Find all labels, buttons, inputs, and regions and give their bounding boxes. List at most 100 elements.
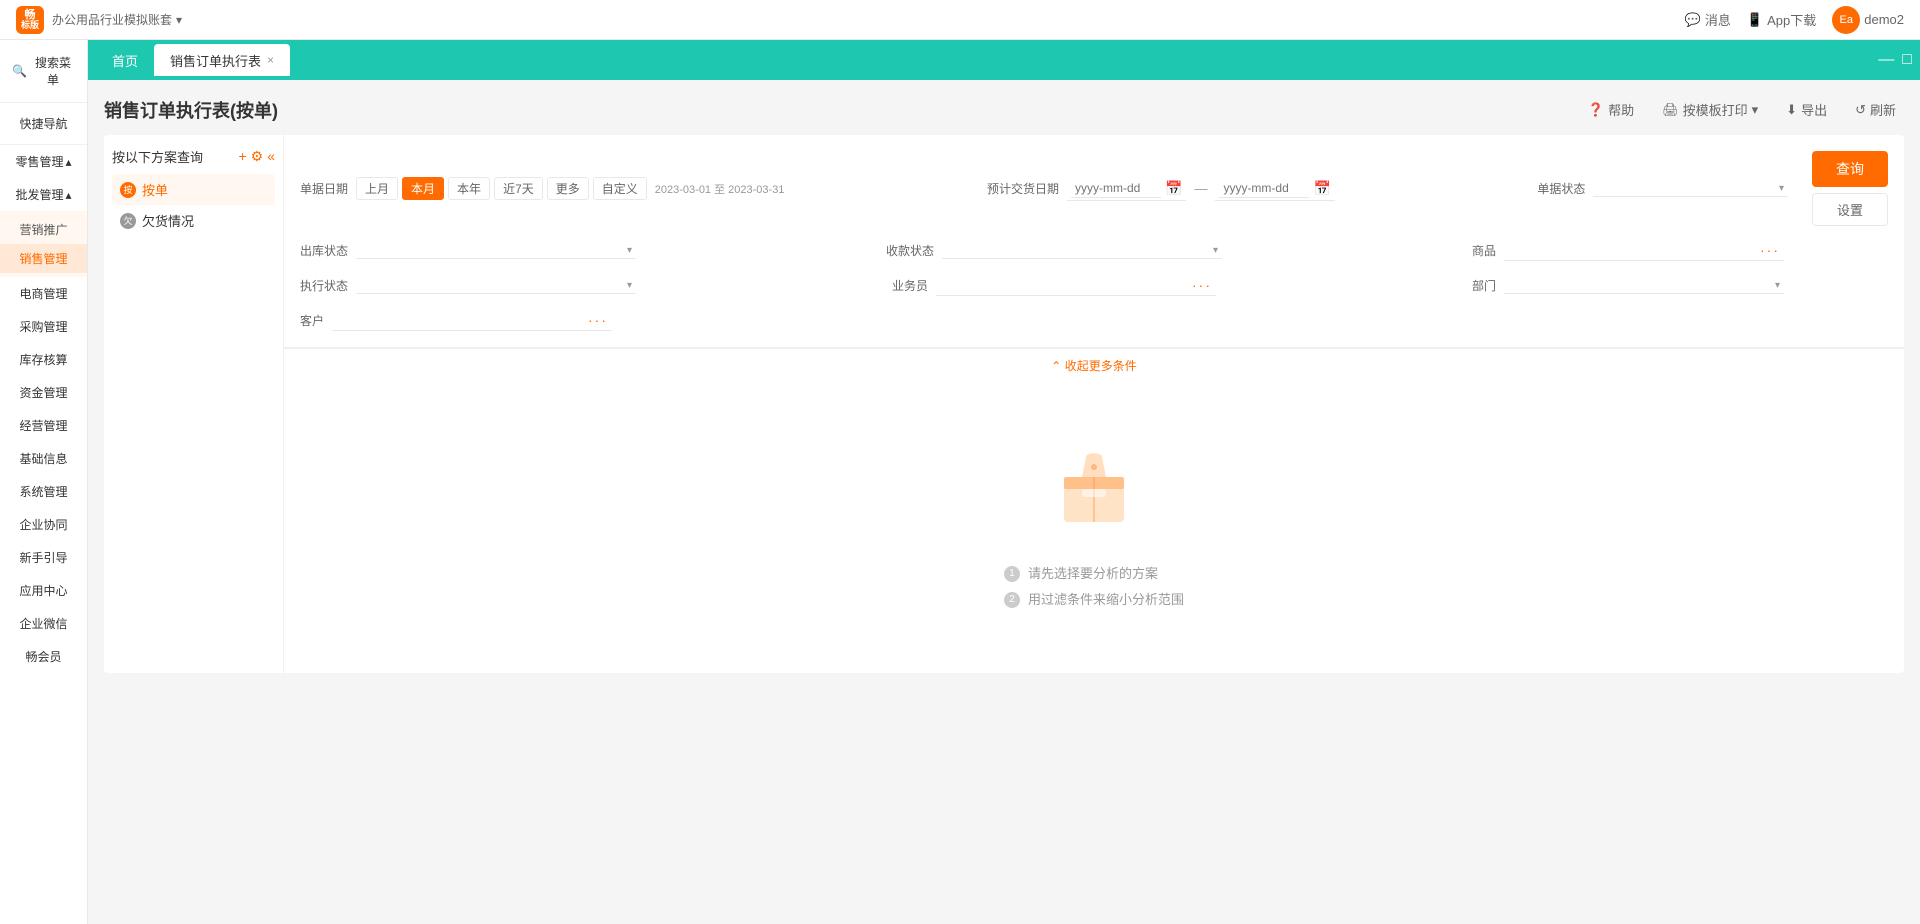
message-btn[interactable]: 💬 消息	[1685, 10, 1731, 29]
help-label: 帮助	[1608, 100, 1634, 119]
sidebar-group-wholesale: 批发管理 ▴ 营销推广 销售管理	[0, 178, 87, 277]
app-title[interactable]: 办公用品行业模拟账套 ▾	[52, 11, 182, 28]
date-from-input[interactable]	[1071, 179, 1161, 198]
receive-status-select[interactable]: ▾	[942, 243, 1222, 259]
tab-maximize-btn[interactable]: □	[1902, 51, 1912, 69]
logo-sub-text: 标版	[21, 21, 39, 31]
order-icon: 按	[120, 182, 136, 198]
sidebar-ecommerce-label: 电商管理	[19, 285, 67, 302]
left-panel-collapse-btn[interactable]: «	[267, 148, 275, 165]
sidebar-item-sales[interactable]: 销售管理	[0, 244, 87, 273]
sidebar-item-system[interactable]: 系统管理	[0, 475, 87, 508]
status-select[interactable]: ▾	[1593, 181, 1788, 197]
page-actions: ❓ 帮助 🖨 按模板打印 ▾ ⬇ 导出 ↺ 刷新	[1580, 96, 1904, 123]
goods-dots-btn[interactable]: ···	[1760, 242, 1780, 258]
date-btn-custom[interactable]: 自定义	[593, 177, 647, 200]
collapse-bar[interactable]: ⌃ 收起更多条件	[284, 348, 1904, 382]
left-panel-item-order[interactable]: 按 按单	[112, 174, 275, 205]
goods-field: ···	[1504, 240, 1784, 261]
sidebar-appstore-label: 应用中心	[19, 582, 67, 599]
sidebar-item-appstore[interactable]: 应用中心	[0, 574, 87, 607]
left-panel: 按以下方案查询 + ⚙ « 按 按单 欠	[104, 135, 284, 673]
sidebar-retail-header[interactable]: 零售管理 ▴	[0, 145, 87, 178]
left-panel-item-debt[interactable]: 欠 欠货情况	[112, 205, 275, 236]
salesperson-dots-btn[interactable]: ···	[1192, 277, 1212, 293]
sidebar-shortcut-section: 快捷导航	[0, 103, 87, 145]
avatar: Ea	[1832, 6, 1860, 34]
receive-status-label: 收款状态	[886, 242, 934, 259]
message-icon: 💬	[1685, 12, 1701, 28]
sidebar-item-finance[interactable]: 资金管理	[0, 376, 87, 409]
tab-minimize-btn[interactable]: —	[1878, 51, 1894, 69]
app-download-btn[interactable]: 📱 App下载	[1747, 10, 1816, 29]
user-btn[interactable]: Ea demo2	[1832, 6, 1904, 34]
title-chevron-icon: ▾	[176, 13, 182, 27]
sidebar-search-btn[interactable]: 🔍 搜索菜单	[8, 48, 79, 94]
left-panel-settings-btn[interactable]: ⚙	[251, 148, 264, 165]
out-status-select[interactable]: ▾	[356, 243, 636, 259]
exec-status-select[interactable]: ▾	[356, 278, 636, 294]
page-header: 销售订单执行表(按单) ❓ 帮助 🖨 按模板打印 ▾ ⬇ 导出	[104, 96, 1904, 123]
sidebar-wholesale-header[interactable]: 批发管理 ▴	[0, 178, 87, 211]
app-title-text: 办公用品行业模拟账套	[52, 11, 172, 28]
date-separator: —	[1194, 181, 1207, 196]
tab-home-label: 首页	[112, 51, 138, 70]
sidebar-item-marketing[interactable]: 营销推广	[0, 215, 87, 244]
sidebar-item-purchase[interactable]: 采购管理	[0, 310, 87, 343]
export-btn[interactable]: ⬇ 导出	[1778, 96, 1835, 123]
sidebar-item-ecommerce[interactable]: 电商管理	[0, 277, 87, 310]
refresh-btn[interactable]: ↺ 刷新	[1847, 96, 1904, 123]
date-to-input[interactable]	[1219, 179, 1309, 198]
tip1-num: 1	[1004, 566, 1020, 582]
calendar-from-icon[interactable]: 📅	[1165, 180, 1182, 197]
date-btn-this-year[interactable]: 本年	[448, 177, 490, 200]
search-icon: 🔍	[12, 64, 27, 78]
main-box: 按以下方案查询 + ⚙ « 按 按单 欠	[104, 135, 1904, 673]
left-panel-debt-label: 欠货情况	[142, 211, 194, 230]
main-layout: 🔍 搜索菜单 快捷导航 零售管理 ▴ 批发管理 ▴ 营销推广	[0, 40, 1920, 924]
query-btn[interactable]: 查询	[1812, 151, 1888, 187]
tip2-num: 2	[1004, 592, 1020, 608]
print-btn[interactable]: 🖨 按模板打印 ▾	[1654, 96, 1766, 123]
date-btn-last-month[interactable]: 上月	[356, 177, 398, 200]
calendar-to-icon[interactable]: 📅	[1313, 180, 1330, 197]
date-btn-last7[interactable]: 近7天	[494, 177, 543, 200]
date-btn-more[interactable]: 更多	[547, 177, 589, 200]
date-range-text: 2023-03-01 至 2023-03-31	[655, 181, 785, 197]
sidebar-marketing-label: 营销推广	[19, 221, 67, 238]
sidebar-item-inventory[interactable]: 库存核算	[0, 343, 87, 376]
sidebar-newbie-label: 新手引导	[19, 549, 67, 566]
settings-btn[interactable]: 设置	[1812, 193, 1888, 226]
top-bar: 畅 标版 办公用品行业模拟账套 ▾ 💬 消息 📱 App下载 Ea demo2	[0, 0, 1920, 40]
tab-close-icon[interactable]: ×	[267, 53, 274, 67]
sidebar-search-label: 搜索菜单	[31, 54, 75, 88]
exec-status-label: 执行状态	[300, 277, 348, 294]
sidebar-item-basic[interactable]: 基础信息	[0, 442, 87, 475]
box-split: 按以下方案查询 + ⚙ « 按 按单 欠	[104, 135, 1904, 673]
customer-dots-btn[interactable]: ···	[588, 312, 608, 328]
date-btn-this-month[interactable]: 本月	[402, 177, 444, 200]
debt-icon: 欠	[120, 213, 136, 229]
sidebar-retail-label: 零售管理	[15, 153, 63, 170]
sidebar-item-vip[interactable]: 畅会员	[0, 640, 87, 673]
tip1-text: 请先选择要分析的方案	[1028, 561, 1158, 587]
tab-home[interactable]: 首页	[96, 44, 154, 76]
help-btn[interactable]: ❓ 帮助	[1580, 96, 1642, 123]
tab-bar: 首页 销售订单执行表 × — □	[88, 40, 1920, 80]
customer-label: 客户	[300, 312, 324, 329]
sidebar-item-shortcut[interactable]: 快捷导航	[0, 107, 87, 140]
sidebar-item-wxwork[interactable]: 企业微信	[0, 607, 87, 640]
sidebar-item-corp[interactable]: 企业协同	[0, 508, 87, 541]
username: demo2	[1864, 12, 1904, 27]
refresh-icon: ↺	[1855, 102, 1866, 118]
sidebar-item-operations[interactable]: 经营管理	[0, 409, 87, 442]
filter-fields: 单据日期 上月 本月 本年 近7天 更多 自定义	[300, 151, 1888, 331]
page-content: 销售订单执行表(按单) ❓ 帮助 🖨 按模板打印 ▾ ⬇ 导出	[88, 80, 1920, 924]
left-panel-add-btn[interactable]: +	[238, 148, 246, 165]
tab-active[interactable]: 销售订单执行表 ×	[154, 44, 290, 76]
sidebar-item-newbie[interactable]: 新手引导	[0, 541, 87, 574]
sidebar-group-retail: 零售管理 ▴	[0, 145, 87, 178]
top-bar-right: 💬 消息 📱 App下载 Ea demo2	[1685, 6, 1904, 34]
export-label: 导出	[1801, 100, 1827, 119]
dept-select[interactable]: ▾	[1504, 278, 1784, 294]
